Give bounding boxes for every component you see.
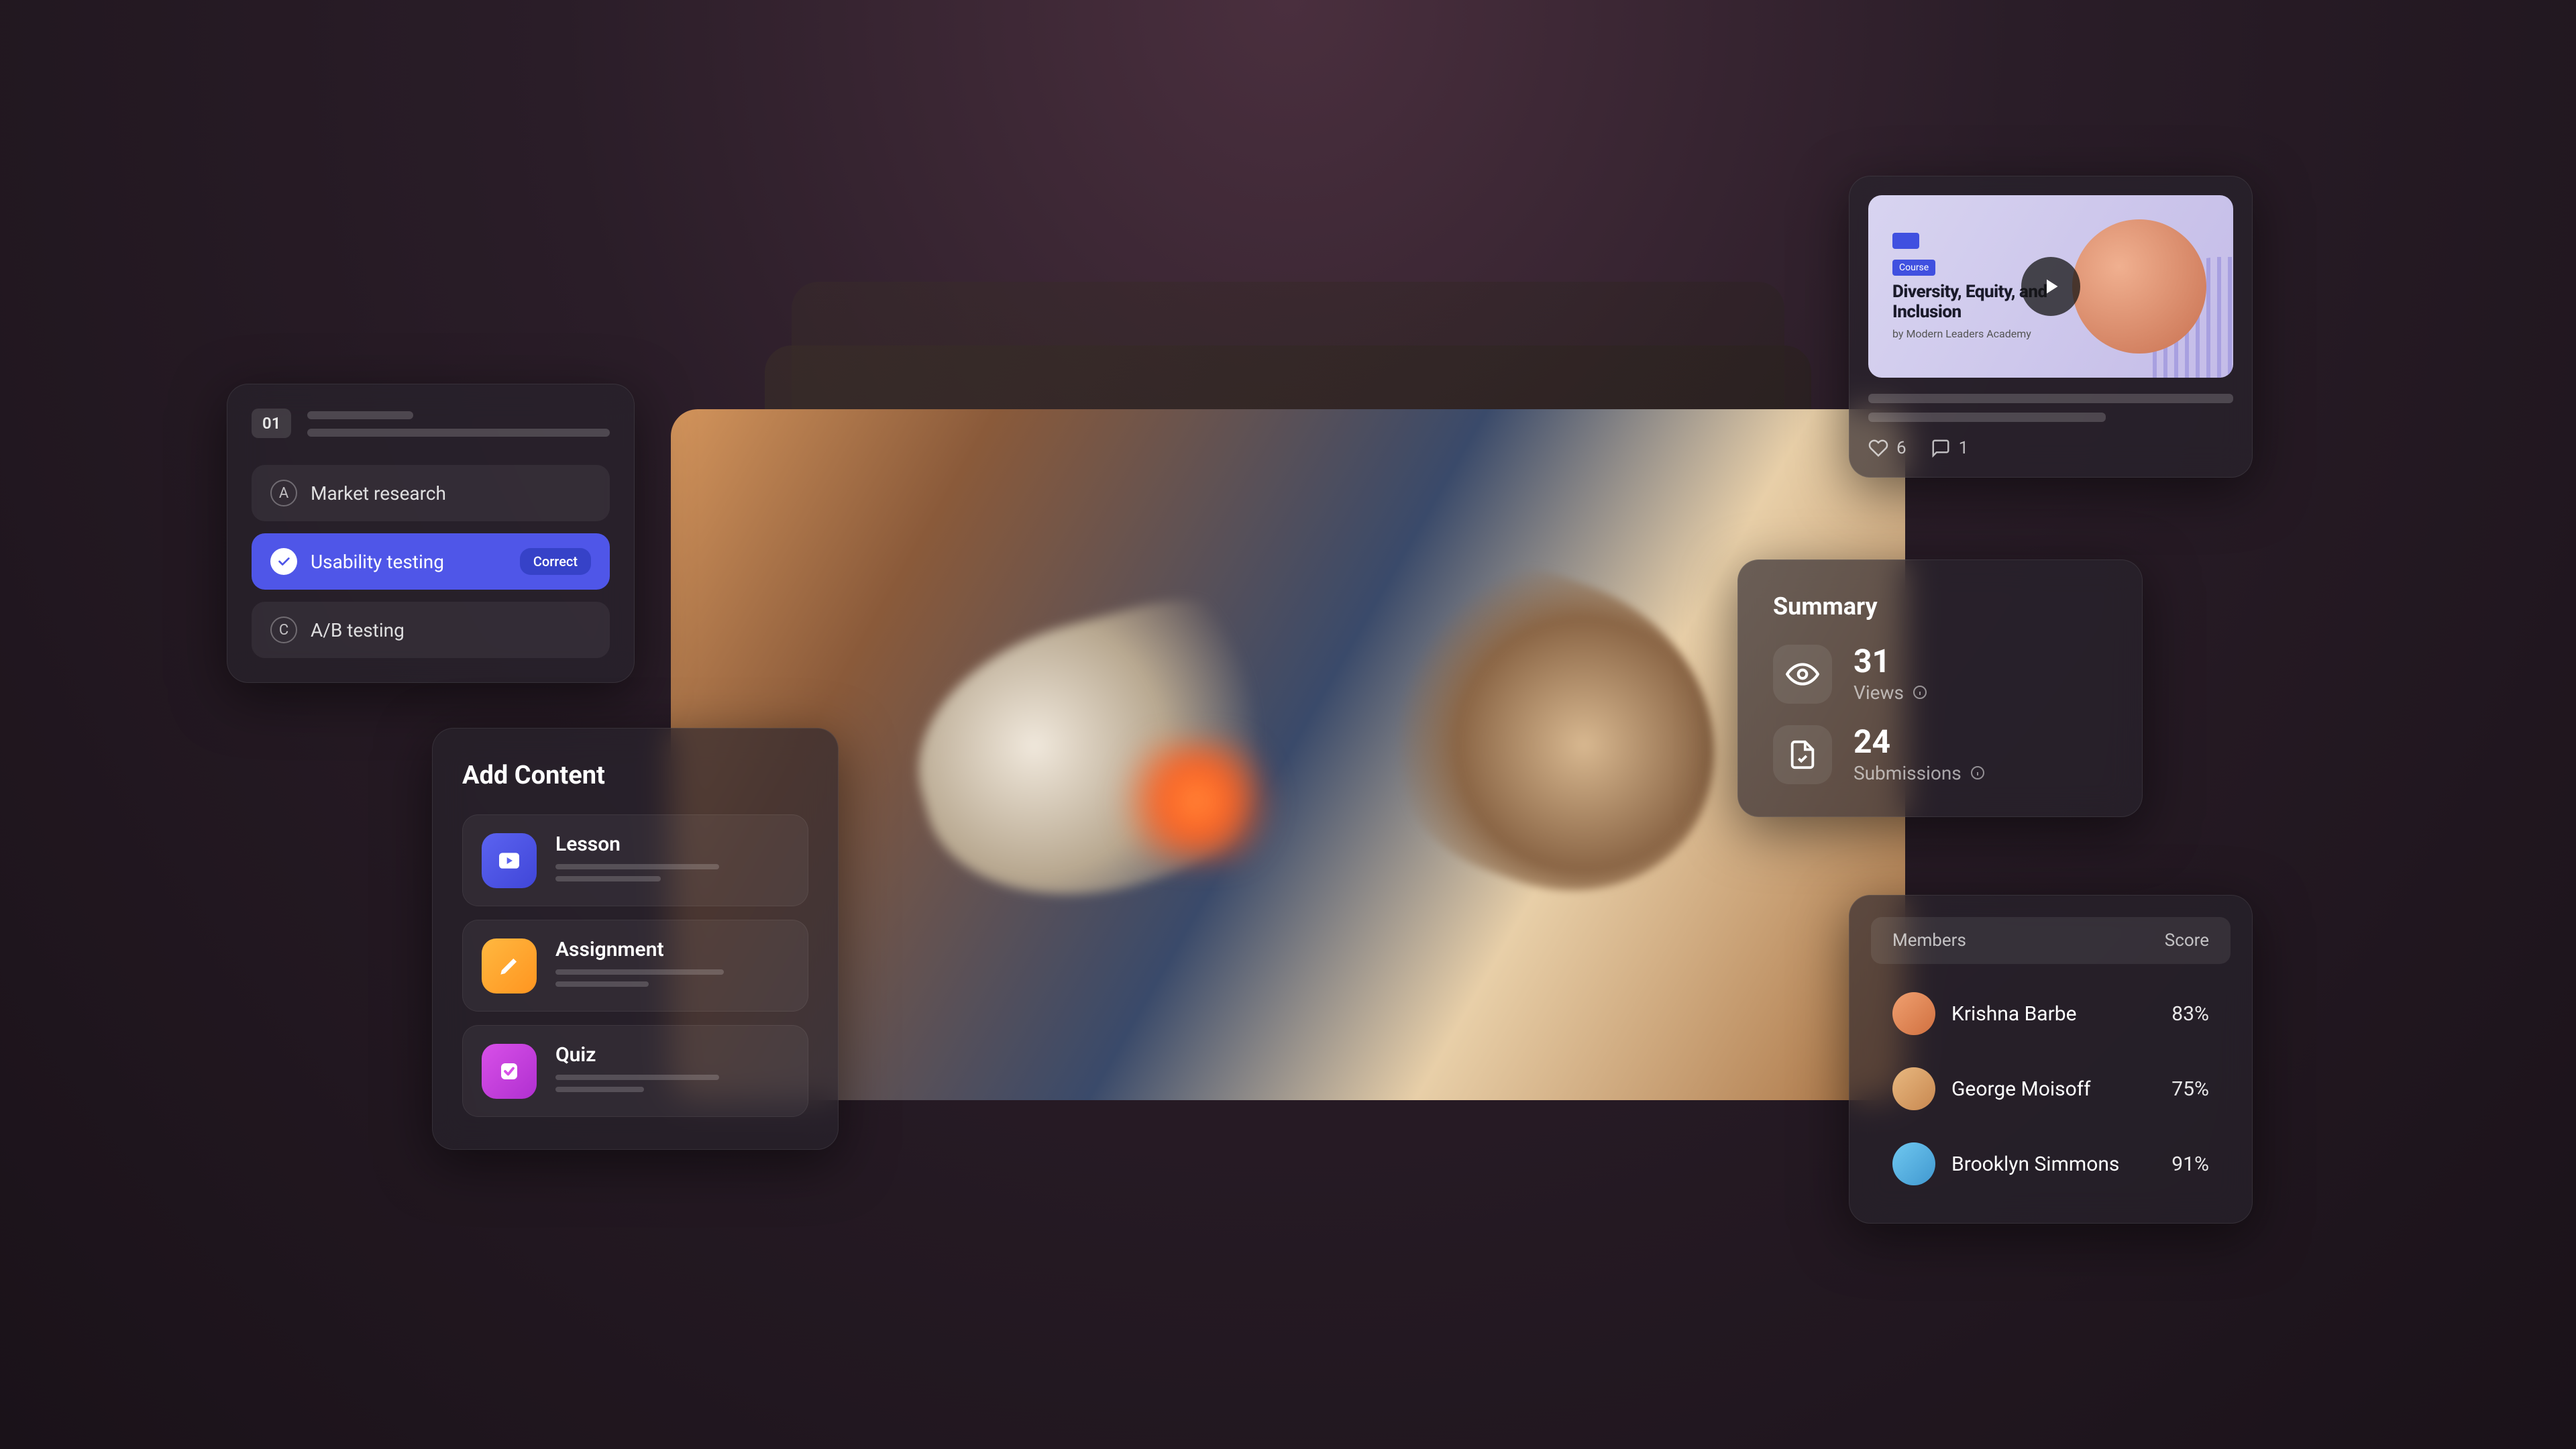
quiz-question-placeholder (307, 409, 610, 446)
quiz-option-b[interactable]: Usability testing Correct (252, 533, 610, 590)
video-card: Course Diversity, Equity, and Inclusion … (1849, 176, 2253, 478)
video-byline: by Modern Leaders Academy (1892, 327, 2063, 340)
info-icon[interactable] (1970, 765, 1986, 781)
info-icon[interactable] (1912, 684, 1928, 700)
quiz-option-a[interactable]: A Market research (252, 465, 610, 521)
content-label: Lesson (555, 833, 789, 856)
hero-glow (1103, 741, 1291, 861)
member-name: Krishna Barbe (1951, 1002, 2155, 1026)
video-hero-circle (2072, 219, 2206, 354)
content-placeholder-lines (555, 969, 789, 987)
add-content-title: Add Content (462, 761, 808, 790)
summary-submissions-row: 24 Submissions (1773, 725, 2107, 784)
member-score: 75% (2171, 1077, 2209, 1101)
quiz-number: 01 (252, 409, 291, 438)
video-description-placeholder (1868, 394, 2233, 422)
header-score: Score (2165, 930, 2209, 951)
summary-views-row: 31 Views (1773, 645, 2107, 704)
likes-count: 6 (1896, 438, 1907, 458)
quiz-option-c[interactable]: C A/B testing (252, 602, 610, 658)
check-icon (270, 548, 297, 575)
content-item-lesson[interactable]: Lesson (462, 814, 808, 906)
assignment-icon (482, 938, 537, 994)
summary-card: Summary 31 Views 24 Submissions (1737, 559, 2143, 817)
eye-icon (1773, 645, 1832, 704)
header-members: Members (1892, 930, 1966, 951)
quiz-icon (482, 1044, 537, 1099)
hero-image (671, 409, 1905, 1100)
content-label: Quiz (555, 1043, 789, 1067)
summary-title: Summary (1773, 592, 2107, 621)
video-badge: Course (1892, 260, 1935, 276)
content-item-quiz[interactable]: Quiz (462, 1025, 808, 1117)
avatar (1892, 1142, 1935, 1185)
member-name: Brooklyn Simmons (1951, 1152, 2155, 1176)
add-content-card: Add Content Lesson Assignment (432, 728, 839, 1150)
quiz-card: 01 A Market research Usability testing C… (227, 384, 635, 683)
views-label: Views (1854, 682, 1904, 704)
option-letter: C (270, 616, 297, 643)
comments-stat[interactable]: 1 (1931, 438, 1969, 458)
video-logo (1892, 233, 1919, 249)
submissions-value: 24 (1854, 726, 1986, 758)
member-row[interactable]: Brooklyn Simmons 91% (1871, 1126, 2231, 1201)
content-placeholder-lines (555, 864, 789, 881)
views-value: 31 (1854, 645, 1928, 678)
comments-count: 1 (1959, 438, 1969, 458)
play-icon[interactable] (2021, 257, 2080, 316)
option-letter: A (270, 480, 297, 506)
member-row[interactable]: Krishna Barbe 83% (1871, 976, 2231, 1051)
document-check-icon (1773, 725, 1832, 784)
comment-icon (1931, 438, 1951, 458)
video-thumbnail[interactable]: Course Diversity, Equity, and Inclusion … (1868, 195, 2233, 378)
submissions-label: Submissions (1854, 762, 1962, 784)
content-placeholder-lines (555, 1075, 789, 1092)
option-label: Market research (311, 482, 591, 504)
member-name: George Moisoff (1951, 1077, 2155, 1101)
correct-badge: Correct (520, 548, 591, 575)
option-label: Usability testing (311, 551, 506, 573)
members-card: Members Score Krishna Barbe 83% George M… (1849, 895, 2253, 1224)
member-row[interactable]: George Moisoff 75% (1871, 1051, 2231, 1126)
member-score: 83% (2171, 1002, 2209, 1026)
member-score: 91% (2171, 1152, 2209, 1176)
avatar (1892, 1067, 1935, 1110)
lesson-icon (482, 833, 537, 888)
content-label: Assignment (555, 938, 789, 961)
members-table-header: Members Score (1871, 917, 2231, 964)
likes-stat[interactable]: 6 (1868, 438, 1907, 458)
option-label: A/B testing (311, 619, 591, 641)
avatar (1892, 992, 1935, 1035)
heart-icon (1868, 438, 1888, 458)
content-item-assignment[interactable]: Assignment (462, 920, 808, 1012)
